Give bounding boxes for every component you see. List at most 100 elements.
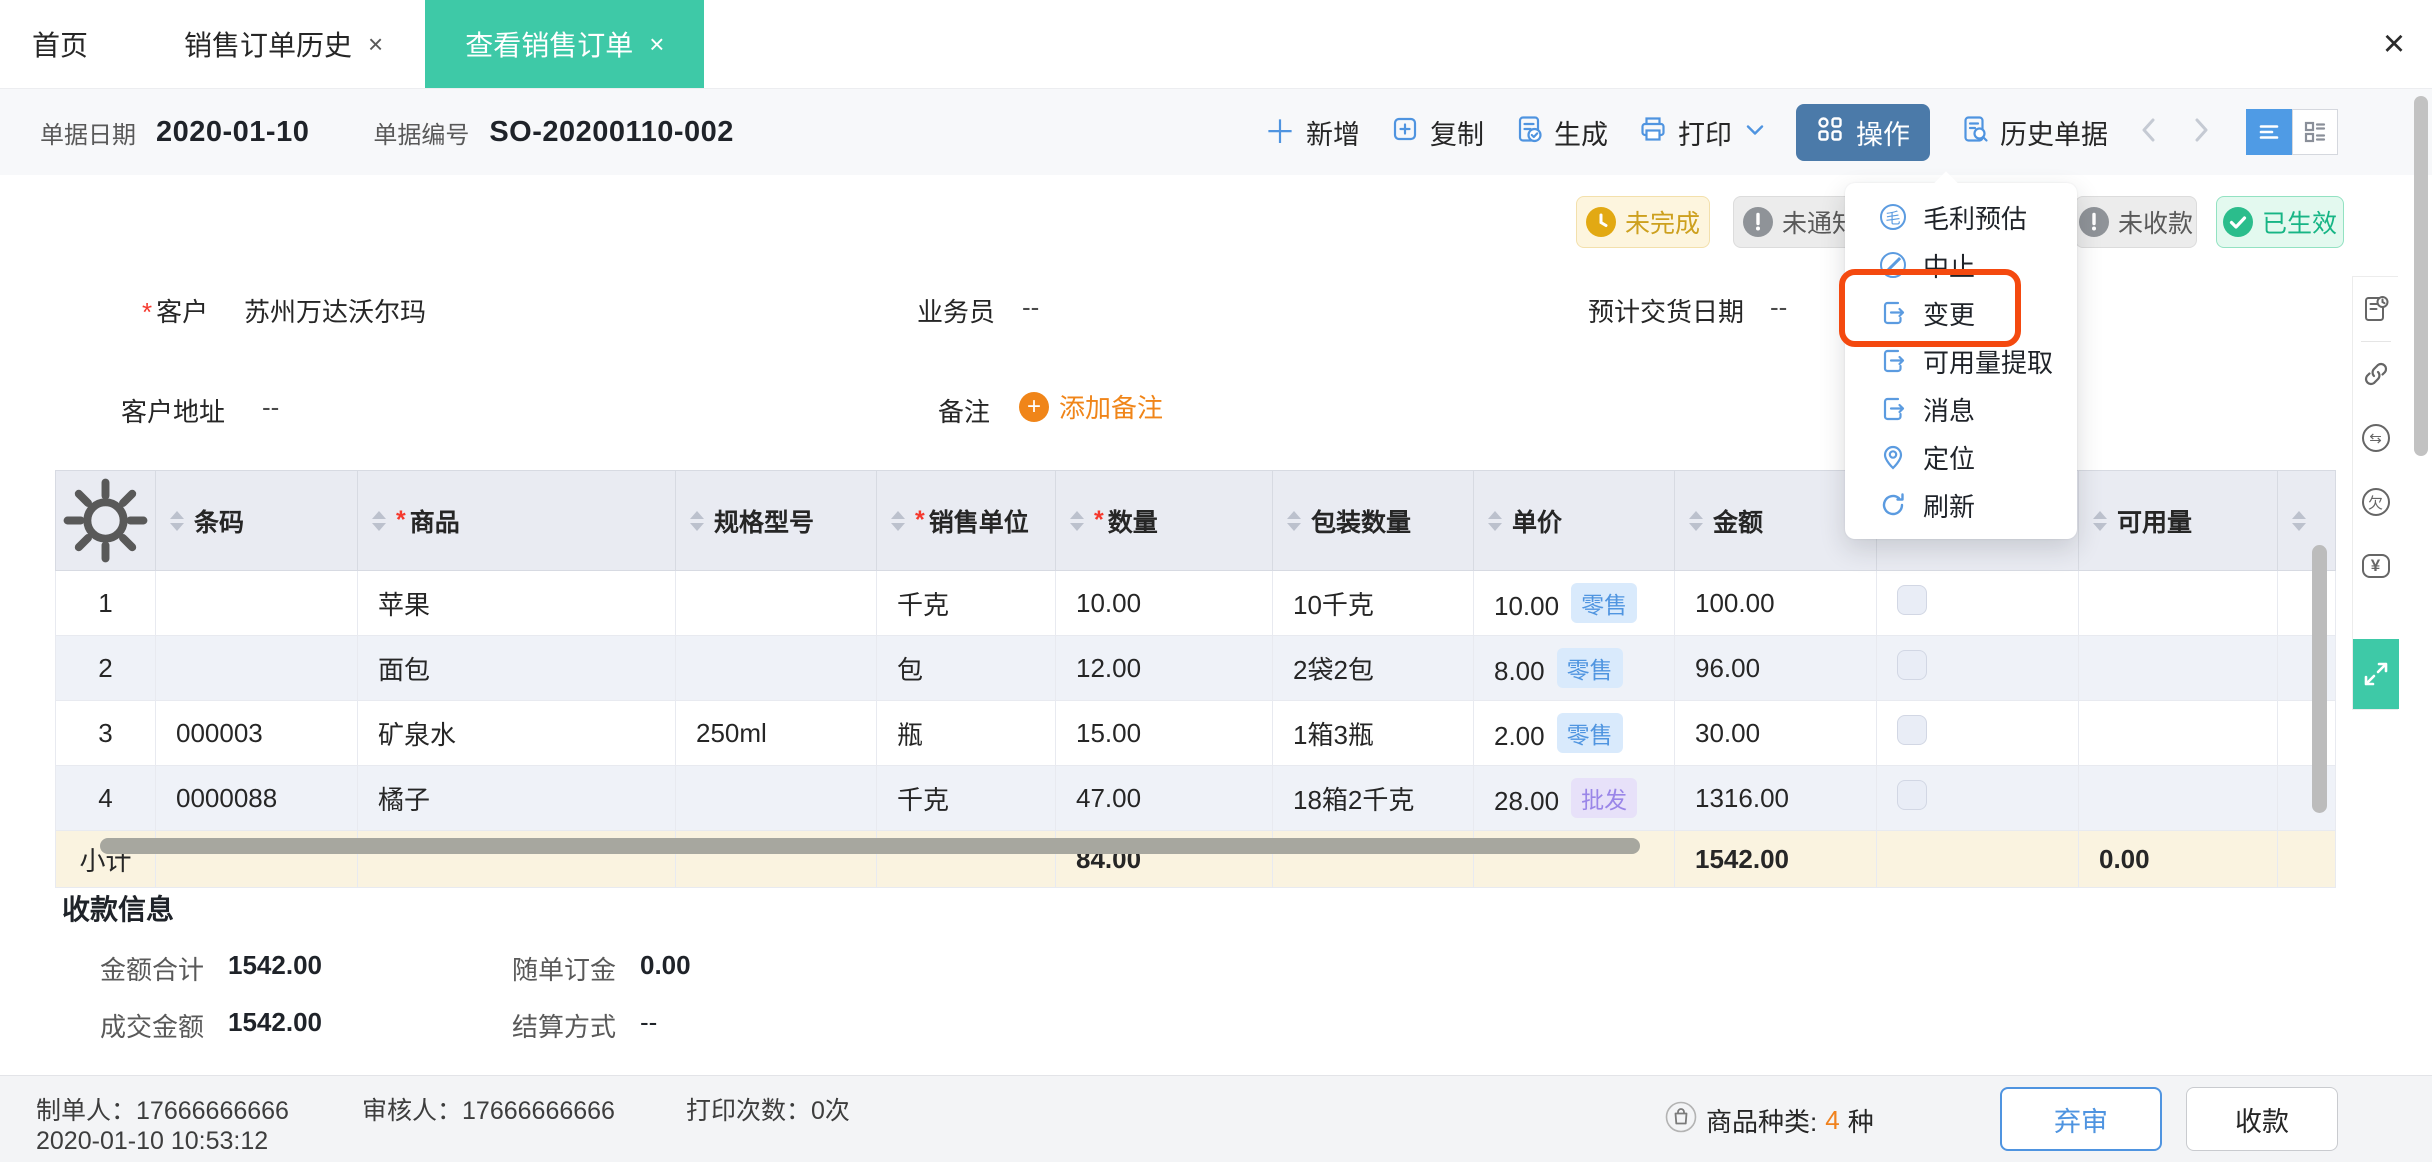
status-badge-3: 未收款 [2075, 196, 2197, 248]
tab-sales-order-history[interactable]: 销售订单历史 × [158, 0, 409, 88]
generate-label: 生成 [1554, 119, 1608, 150]
next-arrow-icon[interactable] [2190, 115, 2212, 150]
sort-arrows-icon[interactable] [891, 510, 905, 531]
copy-button[interactable]: 复制 [1390, 113, 1484, 152]
horizontal-scrollbar[interactable] [100, 838, 1640, 854]
price-type-tag: 批发 [1571, 778, 1638, 818]
col-header-spec[interactable]: 规格型号 [675, 470, 877, 571]
copy-label: 复制 [1430, 119, 1484, 150]
print-count-info: 打印次数：0次 [686, 1097, 850, 1125]
menu-item-7[interactable]: 刷新 [1845, 481, 2077, 529]
money-coupon-icon[interactable]: ¥ [2353, 534, 2399, 598]
tab-view-sales-order[interactable]: 查看销售订单 × [425, 0, 705, 88]
link-icon[interactable] [2353, 342, 2399, 406]
copy-icon [1390, 114, 1420, 151]
sku-count: 商品种类: 4 种 [1664, 1100, 1874, 1141]
history-button[interactable]: 历史单据 [1960, 113, 2108, 152]
cell-unit: 包 [876, 635, 1056, 701]
generate-icon [1514, 114, 1544, 151]
gear-icon[interactable] [56, 471, 155, 570]
doc-log-icon[interactable] [2353, 277, 2399, 341]
tab-home[interactable]: 首页 [6, 0, 114, 88]
receive-payment-button[interactable]: 收款 [2186, 1087, 2338, 1151]
sort-arrows-icon[interactable] [2093, 510, 2107, 531]
col-header-price[interactable]: 单价 [1473, 470, 1675, 571]
operate-menu-items: 毛毛利预估 中止 变更 可用量提取 消息 定位 刷新 [1845, 193, 2077, 529]
menu-item-6[interactable]: 定位 [1845, 433, 2077, 481]
row-index: 1 [55, 570, 156, 636]
sales-order-view: 首页 销售订单历史 × 查看销售订单 × × 单据日期 2020-01-10 单… [0, 0, 2432, 1162]
sort-arrows-icon[interactable] [1287, 510, 1301, 531]
cell-spec: 250ml [675, 700, 877, 766]
deal-amount-value: 1542.00 [228, 1007, 322, 1037]
grid-row-2: 2 面包 包 12.00 2袋2包 8.00 零售 96.00 [55, 635, 2336, 701]
salesman-label: 业务员 [917, 297, 996, 327]
cell-barcode [155, 635, 358, 701]
col-header-rowhead [55, 470, 156, 571]
cell-price: 2.00 零售 [1473, 700, 1675, 766]
tab-label: 首页 [32, 30, 89, 61]
tab-close-icon[interactable]: × [649, 29, 664, 60]
tab-label: 查看销售订单 [465, 30, 634, 61]
print-button[interactable]: 打印 [1638, 113, 1766, 152]
row-checkbox[interactable] [1897, 714, 1927, 745]
list-view-toggle[interactable] [2246, 109, 2292, 155]
add-button[interactable]: ＋ 新增 [1264, 113, 1360, 152]
sort-arrows-icon[interactable] [1488, 510, 1502, 531]
window-close-icon[interactable]: × [2370, 20, 2418, 68]
col-header-available[interactable]: 可用量 [2078, 470, 2278, 571]
debt-icon[interactable]: 欠 [2353, 470, 2399, 534]
print-label: 打印 [1678, 119, 1732, 150]
exchange-icon[interactable]: ⇆ [2353, 406, 2399, 470]
generate-button[interactable]: 生成 [1514, 113, 1608, 152]
reject-audit-button[interactable]: 弃审 [2000, 1087, 2162, 1151]
col-header-unit[interactable]: * 销售单位 [876, 470, 1056, 571]
menu-item-1[interactable]: 毛毛利预估 [1845, 193, 2077, 241]
table-scrollbar[interactable] [2312, 545, 2327, 813]
gross-icon: 毛 [1879, 203, 1907, 231]
deposit-label: 随单订金 [512, 955, 617, 985]
cell-spec [675, 570, 877, 636]
add-remark-label: 添加备注 [1059, 393, 1164, 423]
cell-amount: 96.00 [1674, 635, 1877, 701]
menu-item-5[interactable]: 消息 [1845, 385, 2077, 433]
card-view-toggle[interactable] [2292, 109, 2338, 155]
col-header-qty[interactable]: * 数量 [1055, 470, 1273, 571]
total-amount-value: 1542.00 [228, 950, 322, 980]
subtotal-available: 0.00 [2078, 830, 2278, 888]
page-scrollbar[interactable] [2414, 96, 2428, 456]
price-type-tag: 零售 [1556, 713, 1623, 753]
cell-spec [675, 635, 877, 701]
sort-arrows-icon[interactable] [2292, 510, 2306, 531]
sort-arrows-icon[interactable] [1070, 510, 1084, 531]
cell-select [1876, 700, 2079, 766]
refresh-icon [1879, 491, 1907, 519]
col-header-barcode[interactable]: 条码 [155, 470, 358, 571]
row-index: 4 [55, 765, 156, 831]
doc-date-label: 单据日期 [40, 121, 136, 149]
cell-qty: 47.00 [1055, 765, 1273, 831]
chevron-down-icon[interactable] [1742, 117, 1766, 148]
tab-close-icon[interactable]: × [368, 29, 383, 60]
sort-arrows-icon[interactable] [1689, 510, 1703, 531]
add-remark-button[interactable]: + 添加备注 [1019, 388, 1163, 425]
prev-arrow-icon[interactable] [2138, 115, 2160, 150]
sort-arrows-icon[interactable] [372, 510, 386, 531]
row-checkbox[interactable] [1897, 584, 1927, 615]
row-checkbox[interactable] [1897, 779, 1927, 810]
operate-button[interactable]: 操作 [1796, 103, 1930, 161]
cell-qty: 15.00 [1055, 700, 1273, 766]
sort-arrows-icon[interactable] [690, 510, 704, 531]
cell-pack: 18箱2千克 [1272, 765, 1474, 831]
sort-arrows-icon[interactable] [170, 510, 184, 531]
row-checkbox[interactable] [1897, 649, 1927, 680]
doc-arrow-icon [1879, 395, 1907, 423]
col-header-product[interactable]: * 商品 [357, 470, 676, 571]
expand-button[interactable] [2352, 639, 2399, 709]
address-label: 客户地址 [121, 397, 226, 427]
col-header-pack[interactable]: 包装数量 [1272, 470, 1474, 571]
cell-pack: 2袋2包 [1272, 635, 1474, 701]
subtotal-select [1876, 830, 2079, 888]
cell-spec [675, 765, 877, 831]
right-side-panel: ⇆ 欠 ¥ [2352, 276, 2399, 710]
